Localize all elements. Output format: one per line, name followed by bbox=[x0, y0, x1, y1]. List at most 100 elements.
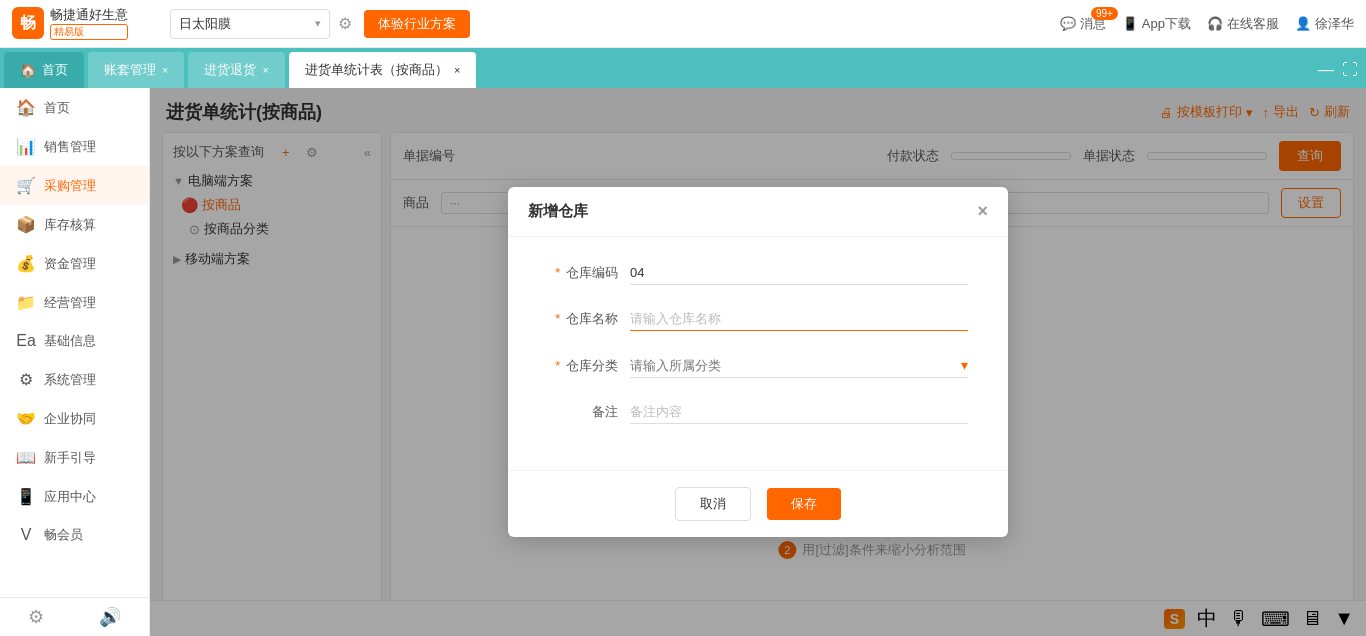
new-warehouse-modal: 新增仓库 × * 仓库编码 * bbox=[508, 187, 1008, 537]
sidebar-item-system[interactable]: ⚙ 系统管理 bbox=[0, 360, 149, 399]
member-icon: V bbox=[16, 526, 36, 544]
service-label: 在线客服 bbox=[1227, 15, 1279, 33]
inventory-icon: 📦 bbox=[16, 215, 36, 234]
sidebar-sales-label: 销售管理 bbox=[44, 138, 96, 156]
tab-purchase-return[interactable]: 进货退货 × bbox=[188, 52, 284, 88]
sidebar-system-label: 系统管理 bbox=[44, 371, 96, 389]
sidebar-item-member[interactable]: V 畅会员 bbox=[0, 516, 149, 554]
sidebar-operations-label: 经营管理 bbox=[44, 294, 96, 312]
phone-icon: 📱 bbox=[1122, 16, 1138, 31]
sidebar-item-sales[interactable]: 📊 销售管理 bbox=[0, 127, 149, 166]
modal-title: 新增仓库 bbox=[528, 202, 588, 221]
tab-purchase-stat-label: 进货单统计表（按商品） bbox=[305, 61, 448, 79]
search-value: 日太阳膜 bbox=[179, 15, 231, 33]
trial-button[interactable]: 体验行业方案 bbox=[364, 10, 470, 38]
modal-body: * 仓库编码 * 仓库名称 bbox=[508, 237, 1008, 470]
sidebar-member-label: 畅会员 bbox=[44, 526, 83, 544]
home-sidebar-icon: 🏠 bbox=[16, 98, 36, 117]
logo-text: 畅捷通好生意 bbox=[50, 7, 128, 24]
warehouse-remark-row: 备注 bbox=[548, 400, 968, 424]
sidebar-item-home[interactable]: 🏠 首页 bbox=[0, 88, 149, 127]
sidebar-basic-info-label: 基础信息 bbox=[44, 332, 96, 350]
sidebar-collapse-icon[interactable]: 🔊 bbox=[99, 606, 121, 628]
logo-badge: 精易版 bbox=[50, 24, 128, 40]
sidebar-item-inventory[interactable]: 📦 库存核算 bbox=[0, 205, 149, 244]
user-avatar-icon: 👤 bbox=[1295, 16, 1311, 31]
sidebar-item-guide[interactable]: 📖 新手引导 bbox=[0, 438, 149, 477]
chevron-down-icon: ▾ bbox=[315, 17, 321, 30]
category-caret-icon: ▾ bbox=[961, 357, 968, 373]
content-area: 进货单统计(按商品) 🖨 按模板打印 ▾ ↑ 导出 ↻ 刷新 bbox=[150, 88, 1366, 636]
notification-count: 99+ bbox=[1091, 7, 1118, 20]
sidebar-purchase-label: 采购管理 bbox=[44, 177, 96, 195]
sidebar-bottom: ⚙ 🔊 bbox=[0, 597, 149, 636]
headset-icon: 🎧 bbox=[1207, 16, 1223, 31]
header-right: 💬 消息 99+ 📱 App下载 🎧 在线客服 👤 徐泽华 bbox=[1060, 15, 1354, 33]
sidebar: 🏠 首页 📊 销售管理 🛒 采购管理 📦 库存核算 💰 资金管理 📁 经营管理 … bbox=[0, 88, 150, 636]
modal-overlay: 新增仓库 × * 仓库编码 * bbox=[150, 88, 1366, 636]
tab-account-label: 账套管理 bbox=[104, 61, 156, 79]
app-center-icon: 📱 bbox=[16, 487, 36, 506]
app-download-item[interactable]: 📱 App下载 bbox=[1122, 15, 1191, 33]
sidebar-app-center-label: 应用中心 bbox=[44, 488, 96, 506]
sidebar-item-purchase[interactable]: 🛒 采购管理 bbox=[0, 166, 149, 205]
warehouse-name-label: * 仓库名称 bbox=[548, 310, 618, 328]
tab-expand-icon[interactable]: ⛶ bbox=[1342, 61, 1358, 79]
sidebar-item-finance[interactable]: 💰 资金管理 bbox=[0, 244, 149, 283]
message-icon: 💬 bbox=[1060, 16, 1076, 31]
tab-home-label: 首页 bbox=[42, 61, 68, 79]
settings-icon[interactable]: ⚙ bbox=[338, 14, 352, 33]
sidebar-inventory-label: 库存核算 bbox=[44, 216, 96, 234]
warehouse-name-row: * 仓库名称 bbox=[548, 307, 968, 331]
sidebar-item-app-center[interactable]: 📱 应用中心 bbox=[0, 477, 149, 516]
warehouse-name-input[interactable] bbox=[630, 307, 968, 331]
tab-bar: 🏠 首页 账套管理 × 进货退货 × 进货单统计表（按商品） × — ⛶ bbox=[0, 48, 1366, 88]
warehouse-code-row: * 仓库编码 bbox=[548, 261, 968, 285]
tab-purchase-return-close-icon[interactable]: × bbox=[262, 64, 268, 76]
warehouse-category-input[interactable] bbox=[630, 358, 961, 373]
top-header: 畅 畅捷通好生意 精易版 日太阳膜 ▾ ⚙ 体验行业方案 💬 消息 99+ 📱 … bbox=[0, 0, 1366, 48]
user-name: 徐泽华 bbox=[1315, 15, 1354, 33]
sidebar-cooperation-label: 企业协同 bbox=[44, 410, 96, 428]
sidebar-item-basic-info[interactable]: Ea 基础信息 bbox=[0, 322, 149, 360]
tab-home[interactable]: 🏠 首页 bbox=[4, 52, 84, 88]
system-icon: ⚙ bbox=[16, 370, 36, 389]
warehouse-category-row: * 仓库分类 ▾ bbox=[548, 353, 968, 378]
notification-item[interactable]: 💬 消息 99+ bbox=[1060, 15, 1106, 33]
tab-bar-end: — ⛶ bbox=[1310, 52, 1366, 88]
main-layout: 🏠 首页 📊 销售管理 🛒 采购管理 📦 库存核算 💰 资金管理 📁 经营管理 … bbox=[0, 88, 1366, 636]
tab-account[interactable]: 账套管理 × bbox=[88, 52, 184, 88]
sales-icon: 📊 bbox=[16, 137, 36, 156]
warehouse-category-select[interactable]: ▾ bbox=[630, 353, 968, 378]
header-search[interactable]: 日太阳膜 ▾ bbox=[170, 9, 330, 39]
guide-icon: 📖 bbox=[16, 448, 36, 467]
tab-purchase-return-label: 进货退货 bbox=[204, 61, 256, 79]
warehouse-category-label: * 仓库分类 bbox=[548, 357, 618, 375]
sidebar-guide-label: 新手引导 bbox=[44, 449, 96, 467]
modal-header: 新增仓库 × bbox=[508, 187, 1008, 237]
cooperation-icon: 🤝 bbox=[16, 409, 36, 428]
home-icon: 🏠 bbox=[20, 63, 36, 78]
user-item[interactable]: 👤 徐泽华 bbox=[1295, 15, 1354, 33]
warehouse-remark-input[interactable] bbox=[630, 400, 968, 424]
tab-minimize-icon[interactable]: — bbox=[1318, 61, 1334, 79]
modal-close-icon[interactable]: × bbox=[977, 201, 988, 222]
tab-account-close-icon[interactable]: × bbox=[162, 64, 168, 76]
tab-purchase-stat[interactable]: 进货单统计表（按商品） × bbox=[289, 52, 476, 88]
sidebar-settings-icon[interactable]: ⚙ bbox=[28, 606, 44, 628]
modal-footer: 取消 保存 bbox=[508, 470, 1008, 537]
tab-purchase-stat-close-icon[interactable]: × bbox=[454, 64, 460, 76]
cancel-button[interactable]: 取消 bbox=[675, 487, 751, 521]
logo-icon: 畅 bbox=[12, 7, 44, 39]
warehouse-remark-label: 备注 bbox=[548, 403, 618, 421]
warehouse-code-input[interactable] bbox=[630, 261, 968, 285]
service-item[interactable]: 🎧 在线客服 bbox=[1207, 15, 1279, 33]
operations-icon: 📁 bbox=[16, 293, 36, 312]
save-button[interactable]: 保存 bbox=[767, 488, 841, 520]
basic-info-icon: Ea bbox=[16, 332, 36, 350]
sidebar-item-cooperation[interactable]: 🤝 企业协同 bbox=[0, 399, 149, 438]
purchase-icon: 🛒 bbox=[16, 176, 36, 195]
sidebar-item-operations[interactable]: 📁 经营管理 bbox=[0, 283, 149, 322]
sidebar-home-label: 首页 bbox=[44, 99, 70, 117]
app-label: App下载 bbox=[1142, 15, 1191, 33]
